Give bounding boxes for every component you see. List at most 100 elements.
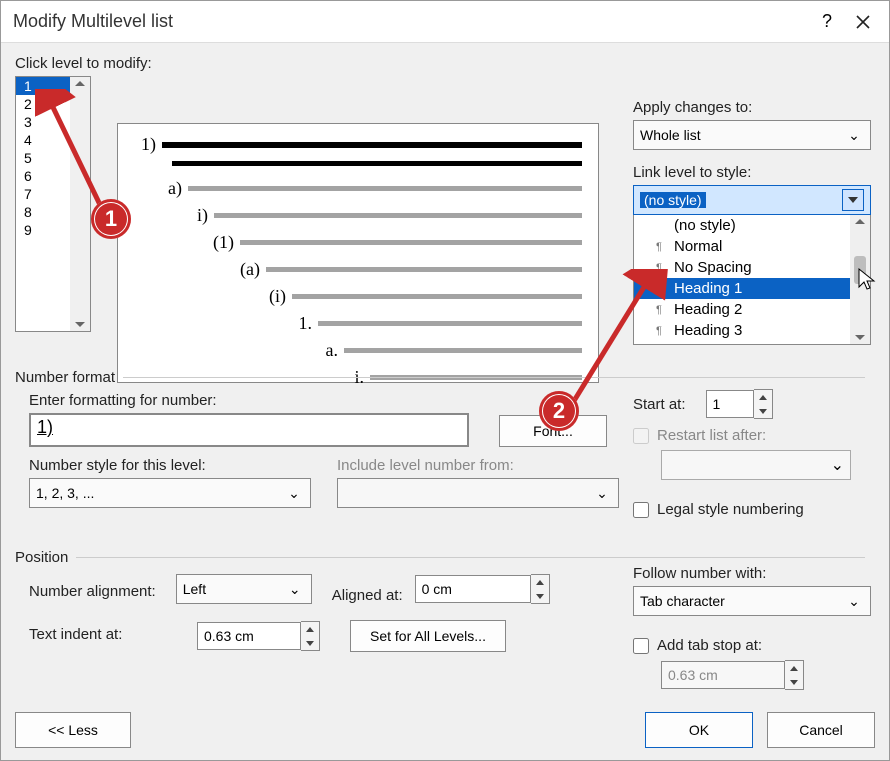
level-item-7[interactable]: 7 <box>16 185 70 203</box>
level-items: 1 2 3 4 5 6 7 8 9 <box>16 77 70 331</box>
restart-checkbox-row[interactable]: Restart list after: <box>633 427 851 444</box>
level-scrollbar[interactable] <box>70 77 90 331</box>
start-at-stepper[interactable] <box>706 389 773 419</box>
addtab-label: Add tab stop at: <box>657 637 762 654</box>
aligned-at-label: Aligned at: <box>332 587 403 604</box>
ok-button[interactable]: OK <box>645 712 753 748</box>
stepper-up-icon[interactable] <box>301 622 319 636</box>
level-item-3[interactable]: 3 <box>16 113 70 131</box>
restart-checkbox <box>633 428 649 444</box>
level-item-8[interactable]: 8 <box>16 203 70 221</box>
legal-checkbox[interactable] <box>633 502 649 518</box>
less-button[interactable]: << Less <box>15 712 131 748</box>
close-button[interactable] <box>845 4 881 40</box>
preview-box: 1) a) i) (1) (a) (i) 1. a. i. <box>117 123 599 383</box>
titlebar: Modify Multilevel list ? <box>1 1 889 43</box>
preview-num-1: 1) <box>130 134 162 155</box>
dropdown-scrollbar[interactable] <box>850 215 870 344</box>
apply-changes-value: Whole list <box>640 127 701 143</box>
legal-label: Legal style numbering <box>657 501 804 518</box>
enter-formatting-label: Enter formatting for number: <box>29 392 469 409</box>
stepper-up-icon[interactable] <box>531 575 549 589</box>
follow-number-label: Follow number with: <box>633 565 871 582</box>
addtab-checkbox-row[interactable]: Add tab stop at: <box>633 637 804 654</box>
follow-number-value: Tab character <box>640 593 725 609</box>
chevron-down-icon: ⌄ <box>831 455 844 475</box>
preview-num-2: a) <box>156 178 188 199</box>
apply-changes-select[interactable]: Whole list ⌄ <box>633 120 871 150</box>
number-style-select[interactable]: 1, 2, 3, ... ⌄ <box>29 478 311 508</box>
text-indent-input[interactable] <box>197 622 301 650</box>
include-level-select[interactable]: ⌄ <box>337 478 619 508</box>
level-item-6[interactable]: 6 <box>16 167 70 185</box>
chevron-down-icon: ⌄ <box>285 581 305 598</box>
style-option-nostyle[interactable]: (no style) <box>634 215 850 236</box>
stepper-up-icon <box>785 661 803 675</box>
scroll-up-icon[interactable] <box>855 219 865 224</box>
aligned-at-stepper[interactable] <box>415 574 550 604</box>
scroll-up-icon[interactable] <box>75 81 85 86</box>
stepper-down-icon[interactable] <box>754 404 772 418</box>
preview-num-4: (1) <box>208 232 240 253</box>
click-level-label: Click level to modify: <box>15 55 875 72</box>
addtab-input <box>661 661 785 689</box>
scroll-down-icon[interactable] <box>855 335 865 340</box>
style-option-heading3[interactable]: ¶Heading 3 <box>634 320 850 341</box>
position-section-title: Position <box>15 549 68 566</box>
level-item-4[interactable]: 4 <box>16 131 70 149</box>
aligned-at-input[interactable] <box>415 575 531 603</box>
number-format-section-title: Number format <box>15 369 115 386</box>
number-style-value: 1, 2, 3, ... <box>36 485 94 501</box>
number-style-label: Number style for this level: <box>29 457 311 474</box>
style-option-heading2[interactable]: ¶Heading 2 <box>634 299 850 320</box>
stepper-up-icon[interactable] <box>754 390 772 404</box>
addtab-stepper <box>661 660 804 690</box>
number-alignment-select[interactable]: Left ⌄ <box>176 574 312 604</box>
number-alignment-value: Left <box>183 581 206 597</box>
preview-num-8: a. <box>312 340 344 361</box>
stepper-down-icon <box>785 675 803 689</box>
chevron-down-icon: ⌄ <box>592 485 612 502</box>
link-style-combobox[interactable]: (no style) (no style) ¶Normal ¶No Spacin… <box>633 185 871 345</box>
preview-num-7: 1. <box>286 313 318 334</box>
chevron-down-icon[interactable] <box>842 189 864 211</box>
chevron-down-icon: ⌄ <box>844 593 864 610</box>
restart-select: ⌄ <box>661 450 851 480</box>
stepper-down-icon[interactable] <box>301 636 319 650</box>
help-button[interactable]: ? <box>809 4 845 40</box>
style-option-normal[interactable]: ¶Normal <box>634 236 850 257</box>
preview-num-3: i) <box>182 205 214 226</box>
enter-formatting-input[interactable]: 1) <box>29 413 469 447</box>
level-item-2[interactable]: 2 <box>16 95 70 113</box>
scroll-thumb[interactable] <box>854 256 866 284</box>
preview-num-5: (a) <box>234 259 266 280</box>
close-icon <box>855 14 871 30</box>
scroll-down-icon[interactable] <box>75 322 85 327</box>
chevron-down-icon: ⌄ <box>844 127 864 144</box>
level-item-5[interactable]: 5 <box>16 149 70 167</box>
level-item-9[interactable]: 9 <box>16 221 70 239</box>
start-at-input[interactable] <box>706 390 754 418</box>
link-style-dropdown[interactable]: (no style) ¶Normal ¶No Spacing ¶Heading … <box>633 215 871 345</box>
preview-num-6: (i) <box>260 286 292 307</box>
text-indent-stepper[interactable] <box>197 621 320 651</box>
start-at-label: Start at: <box>633 396 686 413</box>
text-indent-label: Text indent at: <box>29 626 167 643</box>
apply-changes-label: Apply changes to: <box>633 99 871 116</box>
dialog-title: Modify Multilevel list <box>13 11 809 32</box>
level-listbox[interactable]: 1 2 3 4 5 6 7 8 9 <box>15 76 91 332</box>
stepper-down-icon[interactable] <box>531 589 549 603</box>
restart-label: Restart list after: <box>657 427 766 444</box>
follow-number-select[interactable]: Tab character ⌄ <box>633 586 871 616</box>
level-item-1[interactable]: 1 <box>16 77 70 95</box>
chevron-down-icon: ⌄ <box>284 485 304 502</box>
cancel-button[interactable]: Cancel <box>767 712 875 748</box>
font-button[interactable]: Font... <box>499 415 607 447</box>
modify-multilevel-dialog: Modify Multilevel list ? Click level to … <box>0 0 890 761</box>
addtab-checkbox[interactable] <box>633 638 649 654</box>
set-all-levels-button[interactable]: Set for All Levels... <box>350 620 506 652</box>
style-option-nospacing[interactable]: ¶No Spacing <box>634 257 850 278</box>
legal-checkbox-row[interactable]: Legal style numbering <box>633 501 804 518</box>
include-level-label: Include level number from: <box>337 457 619 474</box>
style-option-heading1[interactable]: ¶Heading 1 <box>634 278 850 299</box>
